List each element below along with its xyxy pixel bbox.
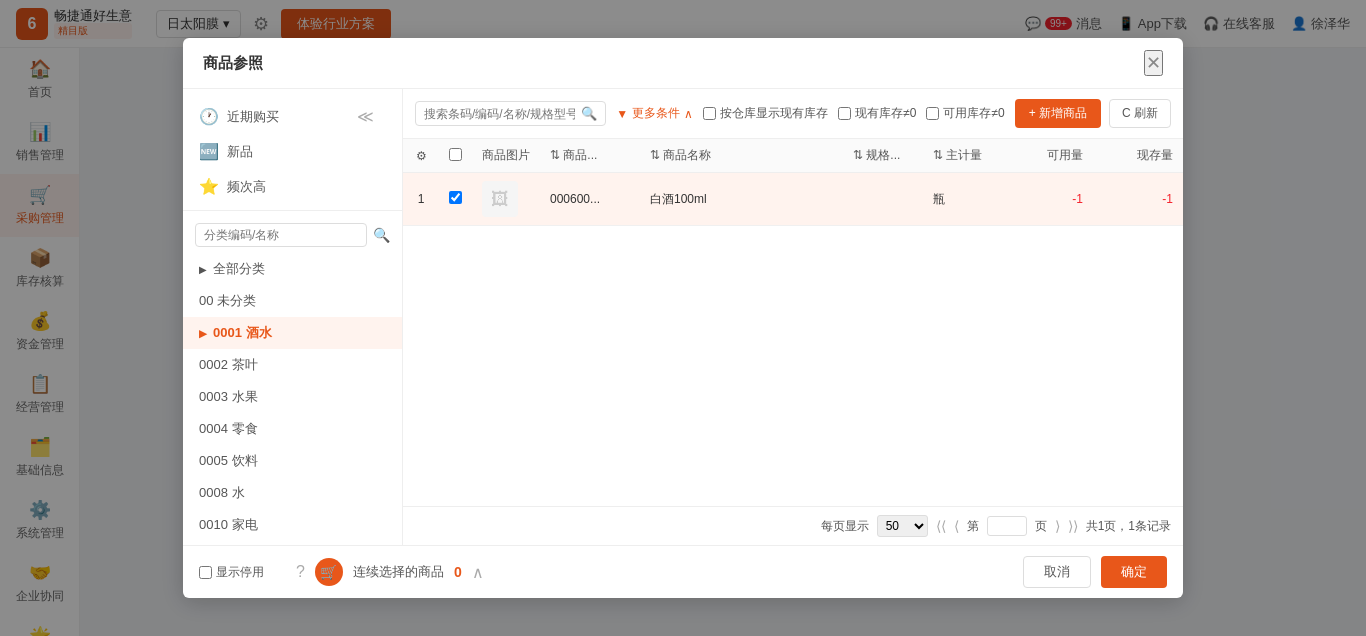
- sort-icon: ⇅: [550, 148, 560, 162]
- table-row[interactable]: 1 🖼 000600...: [403, 173, 1183, 226]
- first-page-btn[interactable]: ⟨⟨: [936, 518, 946, 534]
- table-header: ⚙ 商品图片 ⇅ 商品...: [403, 139, 1183, 173]
- sort-icon: ⇅: [853, 148, 863, 162]
- last-page-btn[interactable]: ⟩⟩: [1068, 518, 1078, 534]
- pagination-bar: 每页显示 50 20 100 ⟨⟨ ⟨ 第 1 页 ⟩ ⟩⟩ 共1页，1条记录: [403, 506, 1183, 545]
- cart-icon: 🛒: [315, 558, 343, 586]
- warehouse-stock-checkbox[interactable]: [703, 107, 716, 120]
- arrow-icon: ▶: [199, 328, 207, 339]
- product-search-box[interactable]: 🔍: [415, 101, 606, 126]
- total-label: 共1页，1条记录: [1086, 518, 1171, 535]
- footer-collapse-icon[interactable]: ∧: [472, 563, 484, 582]
- col-stock-header: 现存量: [1093, 139, 1183, 173]
- row-stock: -1: [1093, 173, 1183, 226]
- refresh-btn[interactable]: C 刷新: [1109, 99, 1171, 128]
- freq-icon: ⭐: [199, 177, 219, 196]
- sort-icon: ⇅: [650, 148, 660, 162]
- category-item-0010[interactable]: 0010 家电: [183, 509, 402, 535]
- footer-right: 取消 确定: [1023, 556, 1167, 588]
- current-stock-checkbox-label[interactable]: 现有库存≠0: [838, 105, 916, 122]
- add-product-btn[interactable]: + 新增商品: [1015, 99, 1101, 128]
- product-table: ⚙ 商品图片 ⇅ 商品...: [403, 139, 1183, 226]
- col-num-header: ⚙: [403, 139, 439, 173]
- freq-btn[interactable]: ⭐ 频次高: [183, 169, 402, 204]
- modal-body: 🕐 近期购买 ≪ 🆕 新品 ⭐ 频次高 🔍: [183, 89, 1183, 545]
- category-search-row: 🔍: [183, 217, 402, 253]
- product-table-wrap: ⚙ 商品图片 ⇅ 商品...: [403, 139, 1183, 506]
- row-spec: [843, 173, 923, 226]
- modal-title: 商品参照: [203, 54, 263, 73]
- warehouse-stock-checkbox-label[interactable]: 按仓库显示现有库存: [703, 105, 828, 122]
- modal-close-button[interactable]: ✕: [1144, 50, 1163, 76]
- category-item-0003[interactable]: 0003 水果: [183, 381, 402, 413]
- arrow-icon: ▶: [199, 264, 207, 275]
- help-icon[interactable]: ?: [296, 563, 305, 581]
- row-img: 🖼: [472, 173, 540, 226]
- next-page-btn[interactable]: ⟩: [1055, 518, 1060, 534]
- category-search-icon[interactable]: 🔍: [373, 227, 390, 243]
- row-unit: 瓶: [923, 173, 1003, 226]
- new-product-btn[interactable]: 🆕 新品: [183, 134, 402, 169]
- per-page-select[interactable]: 50 20 100: [877, 515, 928, 537]
- sort-icon: ⇅: [933, 148, 943, 162]
- modal-left-panel: 🕐 近期购买 ≪ 🆕 新品 ⭐ 频次高 🔍: [183, 89, 403, 545]
- col-code-header[interactable]: ⇅ 商品...: [540, 139, 640, 173]
- col-spec-header[interactable]: ⇅ 规格...: [843, 139, 923, 173]
- category-item-00[interactable]: 00 未分类: [183, 285, 402, 317]
- category-list: ▶ 全部分类 00 未分类 ▶ 0001 酒水 0002 茶叶 0003 水果: [183, 253, 402, 535]
- product-reference-modal: 商品参照 ✕ 🕐 近期购买 ≪ 🆕 新品 ⭐ 频次高: [183, 38, 1183, 598]
- filter-icon: ▼: [616, 107, 628, 121]
- settings-icon[interactable]: ⚙: [416, 149, 427, 163]
- collapse-btn[interactable]: ≪: [357, 107, 386, 126]
- modal-toolbar: 🔍 ▼ 更多条件 ∧ 按仓库显示现有库存 现有库存≠0: [403, 89, 1183, 139]
- category-item-0002[interactable]: 0002 茶叶: [183, 349, 402, 381]
- avail-stock-checkbox[interactable]: [926, 107, 939, 120]
- recent-icon: 🕐: [199, 107, 219, 126]
- category-search-input[interactable]: [195, 223, 367, 247]
- avail-stock-checkbox-label[interactable]: 可用库存≠0: [926, 105, 1004, 122]
- product-search-icon[interactable]: 🔍: [581, 106, 597, 121]
- modal-overlay: 商品参照 ✕ 🕐 近期购买 ≪ 🆕 新品 ⭐ 频次高: [0, 0, 1366, 636]
- col-unit-header[interactable]: ⇅ 主计量: [923, 139, 1003, 173]
- toolbar-right: + 新增商品 C 刷新: [1015, 99, 1171, 128]
- category-item-0001[interactable]: ▶ 0001 酒水: [183, 317, 402, 349]
- cart-count: 0: [454, 564, 462, 580]
- product-search-input[interactable]: [424, 107, 575, 121]
- footer-mid: ? 🛒 连续选择的商品 0 ∧: [296, 558, 484, 586]
- row-num: 1: [403, 173, 439, 226]
- filter-arrow-icon: ∧: [684, 107, 693, 121]
- row-avail: -1: [1003, 173, 1093, 226]
- category-item-0008[interactable]: 0008 水: [183, 477, 402, 509]
- page-number-input[interactable]: 1: [987, 516, 1027, 536]
- category-item-0004[interactable]: 0004 零食: [183, 413, 402, 445]
- col-name-header[interactable]: ⇅ 商品名称: [640, 139, 843, 173]
- new-icon: 🆕: [199, 142, 219, 161]
- category-item-0005[interactable]: 0005 饮料: [183, 445, 402, 477]
- filter-btn[interactable]: ▼ 更多条件 ∧: [616, 105, 693, 122]
- cancel-btn[interactable]: 取消: [1023, 556, 1091, 588]
- divider: [183, 210, 402, 211]
- product-image: 🖼: [482, 181, 518, 217]
- show-disabled-checkbox[interactable]: [199, 566, 212, 579]
- category-item-all[interactable]: ▶ 全部分类: [183, 253, 402, 285]
- row-code: 000600...: [540, 173, 640, 226]
- row-name: 白酒100ml: [640, 173, 843, 226]
- modal-right-panel: 🔍 ▼ 更多条件 ∧ 按仓库显示现有库存 现有库存≠0: [403, 89, 1183, 545]
- recent-purchase-btn[interactable]: 🕐 近期购买 ≪: [183, 99, 402, 134]
- row-checkbox-cell[interactable]: [439, 173, 472, 226]
- col-checkbox-header[interactable]: [439, 139, 472, 173]
- row-checkbox[interactable]: [449, 191, 462, 204]
- modal-footer: 显示停用 ? 🛒 连续选择的商品 0 ∧ 取消 确定: [183, 545, 1183, 598]
- prev-page-btn[interactable]: ⟨: [954, 518, 959, 534]
- table-body: 1 🖼 000600...: [403, 173, 1183, 226]
- col-avail-header: 可用量: [1003, 139, 1093, 173]
- confirm-btn[interactable]: 确定: [1101, 556, 1167, 588]
- col-img-header: 商品图片: [472, 139, 540, 173]
- show-disabled-label[interactable]: 显示停用: [199, 564, 264, 581]
- select-all-checkbox[interactable]: [449, 148, 462, 161]
- current-stock-checkbox[interactable]: [838, 107, 851, 120]
- modal-header: 商品参照 ✕: [183, 38, 1183, 89]
